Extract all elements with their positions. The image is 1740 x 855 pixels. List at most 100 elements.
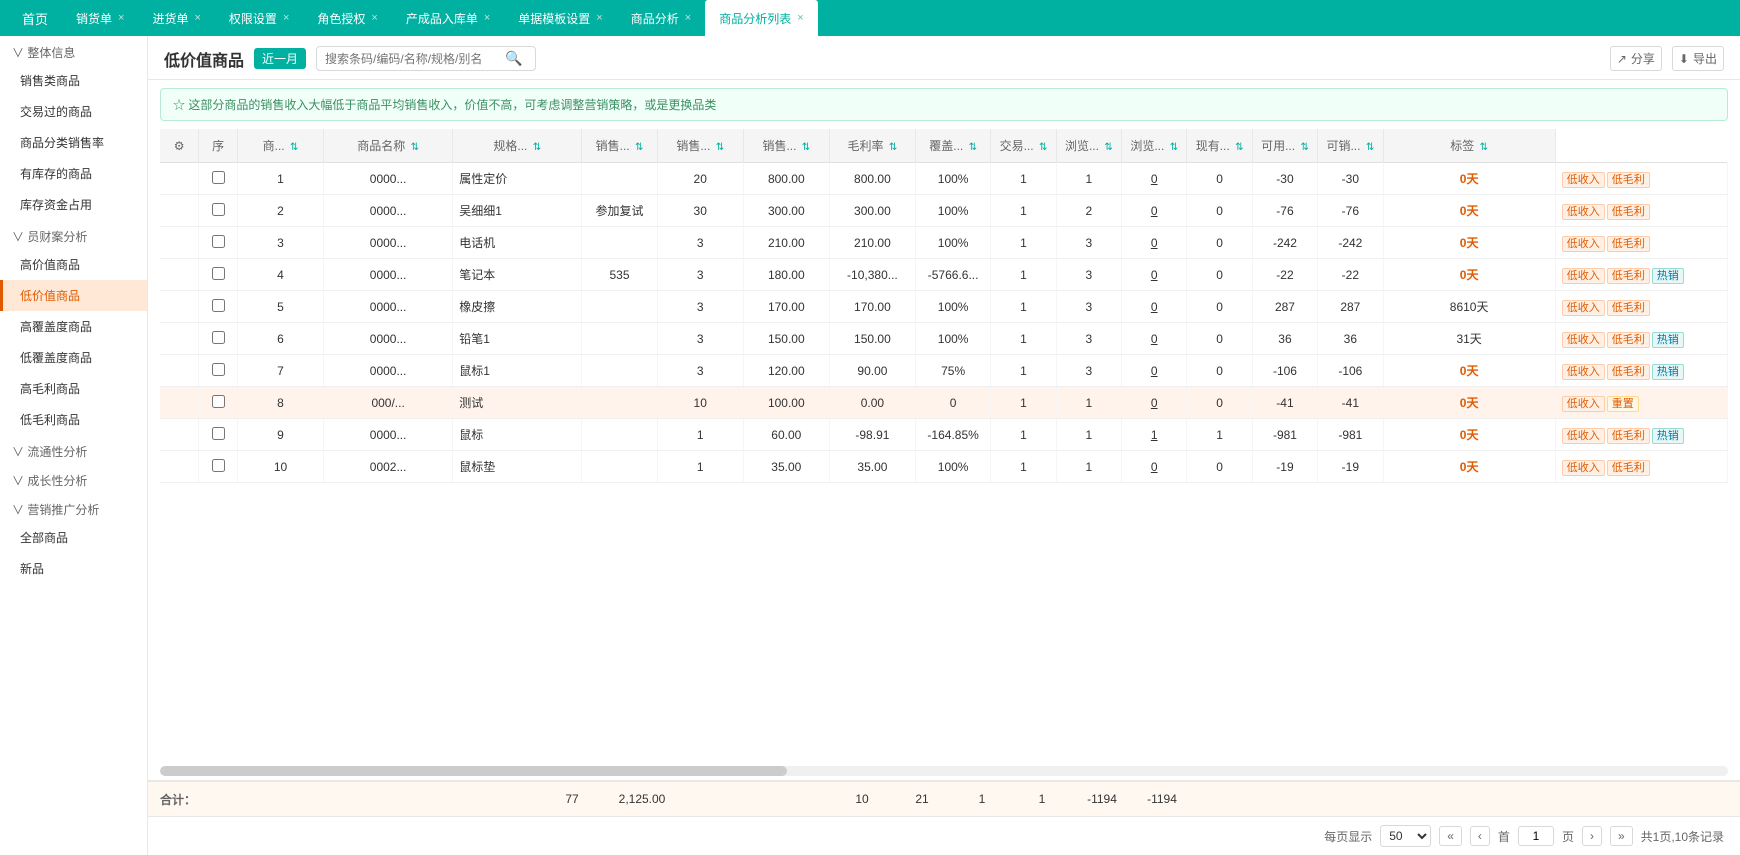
search-icon[interactable]: 🔍 — [505, 50, 522, 67]
row-select-checkbox[interactable] — [212, 203, 225, 216]
row-checkbox-cell[interactable] — [199, 227, 238, 259]
search-input[interactable] — [325, 52, 505, 66]
th-sale-qty[interactable]: 销售... ⇅ — [582, 129, 657, 163]
row-select-checkbox[interactable] — [212, 363, 225, 376]
sidebar-group-financial[interactable]: ∨ 员财案分析 — [0, 220, 147, 249]
views1-link[interactable]: 0 — [1151, 172, 1158, 186]
row-views1[interactable]: 0 — [1122, 451, 1187, 483]
nav-product-stock[interactable]: 产成品入库单 × — [392, 0, 504, 36]
first-page-button[interactable]: « — [1439, 826, 1462, 846]
close-goodsanalysis-icon[interactable]: × — [685, 12, 691, 24]
th-stock[interactable]: 现有... ⇅ — [1187, 129, 1252, 163]
sidebar-group-overall[interactable]: ∨ 整体信息 — [0, 36, 147, 65]
period-badge[interactable]: 近一月 — [254, 48, 306, 69]
row-views1[interactable]: 0 — [1122, 355, 1187, 387]
row-views1[interactable]: 1 — [1122, 419, 1187, 451]
row-checkbox-cell[interactable] — [199, 419, 238, 451]
nav-template[interactable]: 单据模板设置 × — [504, 0, 616, 36]
page-number-input[interactable] — [1518, 826, 1554, 846]
row-checkbox-cell[interactable] — [199, 355, 238, 387]
close-productstock-icon[interactable]: × — [484, 12, 490, 24]
row-views1[interactable]: 0 — [1122, 195, 1187, 227]
th-avail[interactable]: 可用... ⇅ — [1252, 129, 1317, 163]
sidebar-item-capital[interactable]: 库存资金占用 — [0, 189, 147, 220]
nav-goods-analysis-list[interactable]: 商品分析列表 × — [705, 0, 817, 36]
th-sale-income[interactable]: 销售... ⇅ — [657, 129, 743, 163]
close-template-icon[interactable]: × — [596, 12, 602, 24]
sidebar-item-traded-goods[interactable]: 交易过的商品 — [0, 96, 147, 127]
row-views1[interactable]: 0 — [1122, 163, 1187, 195]
views1-link[interactable]: 0 — [1151, 236, 1158, 250]
page-size-select[interactable]: 50 100 200 — [1380, 825, 1431, 847]
views1-link[interactable]: 1 — [1151, 428, 1158, 442]
table-scrollbar-thumb[interactable] — [160, 766, 787, 776]
share-button[interactable]: ↗ 分享 — [1610, 46, 1662, 71]
close-purchase-icon[interactable]: × — [194, 12, 200, 24]
row-views1[interactable]: 0 — [1122, 387, 1187, 419]
th-coverage[interactable]: 覆盖... ⇅ — [915, 129, 990, 163]
row-views1[interactable]: 0 — [1122, 259, 1187, 291]
views1-link[interactable]: 0 — [1151, 332, 1158, 346]
row-checkbox-cell[interactable] — [199, 259, 238, 291]
views1-link[interactable]: 0 — [1151, 364, 1158, 378]
views1-link[interactable]: 0 — [1151, 460, 1158, 474]
row-checkbox-cell[interactable] — [199, 387, 238, 419]
views1-link[interactable]: 0 — [1151, 268, 1158, 282]
sidebar-item-high-value[interactable]: 高价值商品 — [0, 249, 147, 280]
nav-permissions[interactable]: 权限设置 × — [215, 0, 303, 36]
row-select-checkbox[interactable] — [212, 427, 225, 440]
views1-link[interactable]: 0 — [1151, 300, 1158, 314]
sidebar-item-category-rate[interactable]: 商品分类销售率 — [0, 127, 147, 158]
table-scrollbar[interactable] — [160, 766, 1728, 776]
close-roleauth-icon[interactable]: × — [371, 12, 377, 24]
sidebar-item-new-goods[interactable]: 新品 — [0, 553, 147, 584]
sidebar-item-high-margin[interactable]: 高毛利商品 — [0, 373, 147, 404]
th-trade-days[interactable]: 交易... ⇅ — [991, 129, 1056, 163]
sidebar-item-high-coverage[interactable]: 高覆盖度商品 — [0, 311, 147, 342]
row-views1[interactable]: 0 — [1122, 227, 1187, 259]
row-select-checkbox[interactable] — [212, 267, 225, 280]
row-checkbox-cell[interactable] — [199, 323, 238, 355]
sidebar-item-low-coverage[interactable]: 低覆盖度商品 — [0, 342, 147, 373]
next-page-button[interactable]: › — [1582, 826, 1602, 846]
table-container[interactable]: ⚙ 序 商... ⇅ 商品名称 ⇅ 规格... ⇅ — [148, 129, 1740, 766]
row-checkbox-cell[interactable] — [199, 195, 238, 227]
th-name[interactable]: 商品名称 ⇅ — [324, 129, 453, 163]
th-tags[interactable]: 标签 ⇅ — [1383, 129, 1555, 163]
th-settings[interactable]: ⚙ — [160, 129, 199, 163]
sidebar-item-low-value[interactable]: 低价值商品 — [0, 280, 147, 311]
nav-home[interactable]: 首页 — [8, 0, 62, 36]
close-sales-icon[interactable]: × — [118, 12, 124, 24]
th-gross[interactable]: 毛利率 ⇅ — [829, 129, 915, 163]
row-select-checkbox[interactable] — [212, 331, 225, 344]
settings-icon[interactable]: ⚙ — [174, 139, 185, 153]
sidebar-group-marketing[interactable]: ∨ 营销推广分析 — [0, 493, 147, 522]
row-checkbox-cell[interactable] — [199, 451, 238, 483]
row-views1[interactable]: 0 — [1122, 291, 1187, 323]
sidebar-item-all-goods[interactable]: 全部商品 — [0, 522, 147, 553]
sidebar-item-stocked-goods[interactable]: 有库存的商品 — [0, 158, 147, 189]
row-select-checkbox[interactable] — [212, 235, 225, 248]
row-select-checkbox[interactable] — [212, 299, 225, 312]
row-select-checkbox[interactable] — [212, 459, 225, 472]
row-checkbox-cell[interactable] — [199, 163, 238, 195]
th-sell-days[interactable]: 可销... ⇅ — [1318, 129, 1383, 163]
nav-sales[interactable]: 销货单 × — [62, 0, 138, 36]
export-button[interactable]: ⬇ 导出 — [1672, 46, 1724, 71]
th-views2[interactable]: 浏览... ⇅ — [1122, 129, 1187, 163]
last-page-button[interactable]: » — [1610, 826, 1633, 846]
th-code[interactable]: 商... ⇅ — [237, 129, 323, 163]
sidebar-item-sales-goods[interactable]: 销售类商品 — [0, 65, 147, 96]
row-select-checkbox[interactable] — [212, 395, 225, 408]
sidebar-group-flow[interactable]: ∨ 流通性分析 — [0, 435, 147, 464]
prev-page-button[interactable]: ‹ — [1470, 826, 1490, 846]
th-sale-avg[interactable]: 销售... ⇅ — [743, 129, 829, 163]
nav-purchase[interactable]: 进货单 × — [138, 0, 214, 36]
th-spec[interactable]: 规格... ⇅ — [453, 129, 582, 163]
row-select-checkbox[interactable] — [212, 171, 225, 184]
th-views1[interactable]: 浏览... ⇅ — [1056, 129, 1121, 163]
close-goodslist-icon[interactable]: × — [797, 12, 803, 24]
nav-role-auth[interactable]: 角色授权 × — [303, 0, 391, 36]
row-checkbox-cell[interactable] — [199, 291, 238, 323]
views1-link[interactable]: 0 — [1151, 204, 1158, 218]
